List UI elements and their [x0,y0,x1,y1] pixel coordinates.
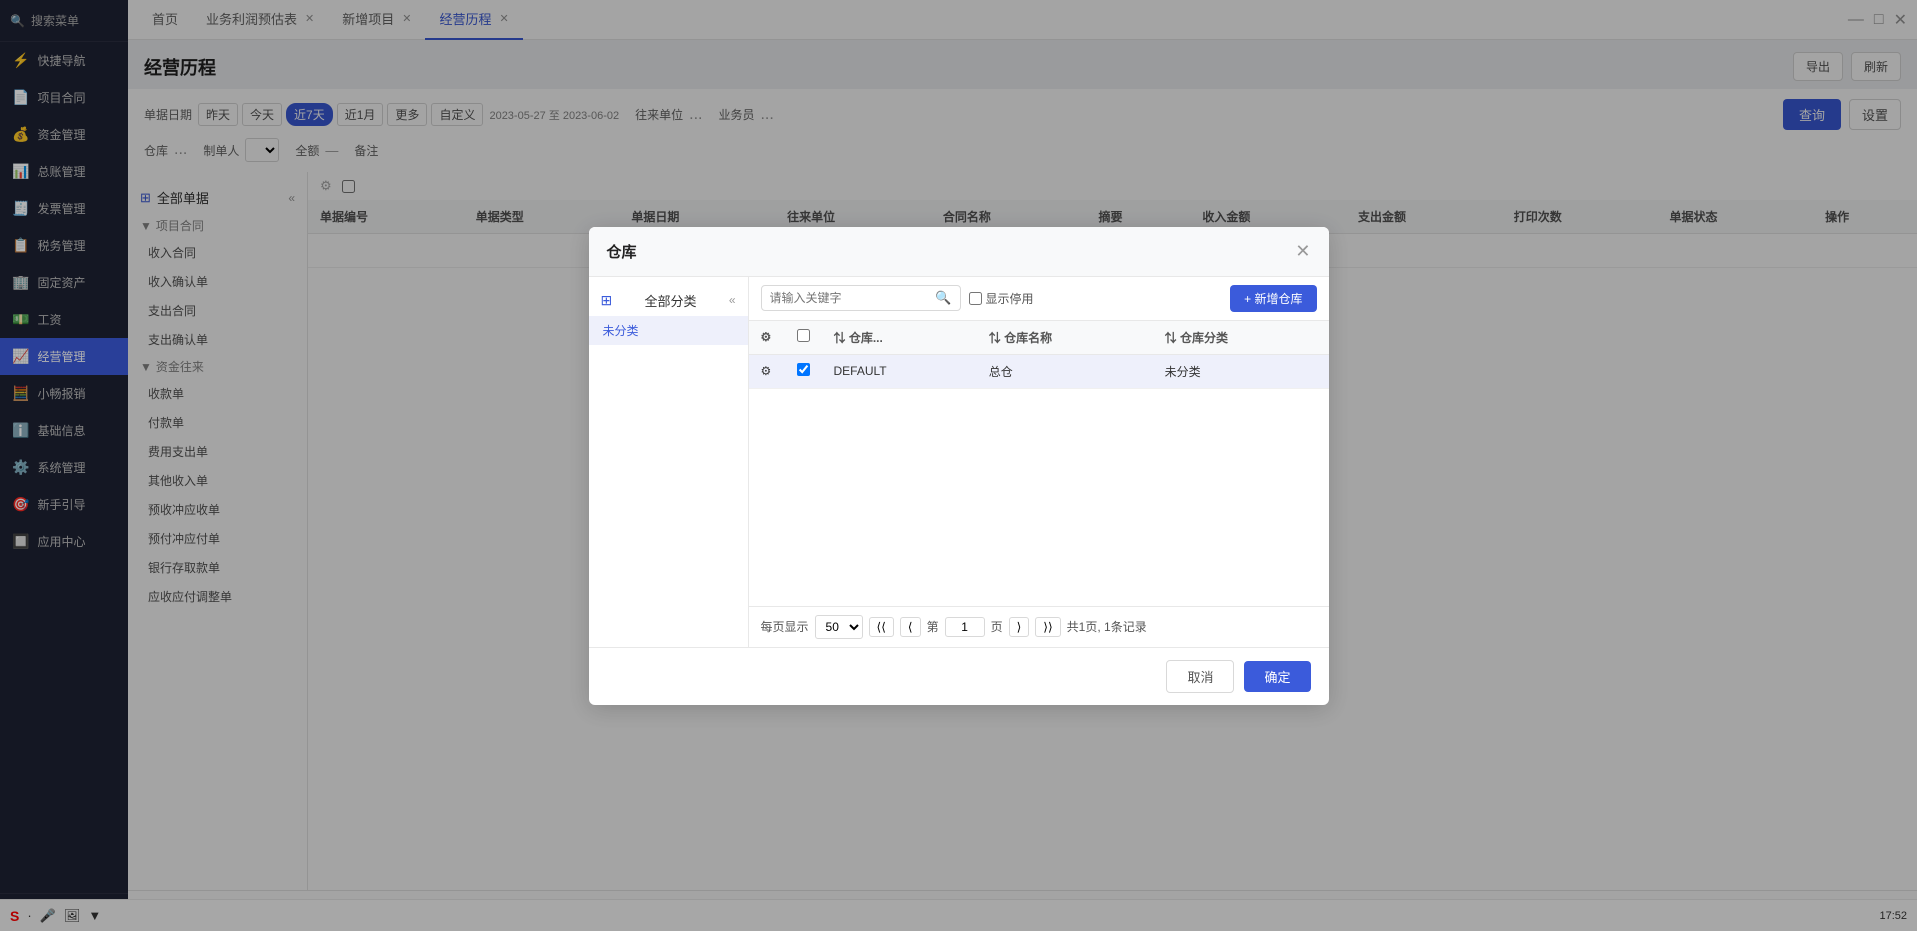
modal-col-settings: ⚙ [749,321,785,355]
show-disabled-text: 显示停用 [986,290,1034,307]
modal-col-name: ⇅ 仓库名称 [977,321,1153,355]
show-disabled-checkbox[interactable] [969,292,982,305]
modal-left-collapse[interactable]: « [729,293,736,307]
modal-total-records: 共1页, 1条记录 [1067,618,1147,635]
modal-page-suffix: 页 [991,618,1003,635]
modal-pagination: 每页显示 50 ⟨⟨ ⟨ 第 页 ⟩ ⟩⟩ 共1页, 1条记录 [749,606,1329,647]
row-name: 总仓 [977,354,1153,388]
modal-per-page-label: 每页显示 [761,618,809,635]
modal-page-label: 第 [927,618,939,635]
row-checkbox-cell [785,354,822,388]
confirm-button[interactable]: 确定 [1244,661,1310,692]
search-box: 🔍 [761,285,961,311]
row-checkbox[interactable] [797,363,810,376]
modal-title: 仓库 [607,241,637,262]
modal-toolbar: 🔍 显示停用 + 新增仓库 [749,277,1329,321]
modal-per-page-select[interactable]: 50 [815,615,863,639]
cancel-button[interactable]: 取消 [1166,660,1234,693]
modal-select-all[interactable] [797,329,810,342]
row-settings-icon: ⚙ [761,364,772,378]
modal-left-item-unclassified[interactable]: 未分类 [589,316,748,345]
modal-last-page[interactable]: ⟩⟩ [1035,617,1060,637]
row-code: DEFAULT [822,354,977,388]
modal-table-header: ⚙ ⇅ 仓库... ⇅ 仓库名称 ⇅ 仓库分类 [749,321,1329,355]
modal-col-category: ⇅ 仓库分类 [1153,321,1329,355]
modal-prev-page[interactable]: ⟨ [900,617,921,637]
modal-overlay: 仓库 ✕ ⊞ 全部分类 « 未分类 🔍 [0,0,1917,931]
warehouse-modal: 仓库 ✕ ⊞ 全部分类 « 未分类 🔍 [589,227,1329,705]
modal-left-header: ⊞ 全部分类 « [589,285,748,316]
modal-page-input[interactable] [945,617,985,637]
modal-col-code: ⇅ 仓库... [822,321,977,355]
modal-footer-buttons: 取消 确定 [589,647,1329,705]
add-warehouse-button[interactable]: + 新增仓库 [1230,285,1316,312]
show-disabled-label: 显示停用 [969,290,1034,307]
search-input[interactable] [770,291,930,305]
table-row[interactable]: ⚙ DEFAULT 总仓 未分类 [749,354,1329,388]
warehouse-table: ⚙ ⇅ 仓库... ⇅ 仓库名称 ⇅ 仓库分类 [749,321,1329,389]
modal-next-page[interactable]: ⟩ [1009,617,1030,637]
modal-header: 仓库 ✕ [589,227,1329,277]
row-category: 未分类 [1153,354,1329,388]
search-icon-modal: 🔍 [935,290,951,306]
modal-table: ⚙ ⇅ 仓库... ⇅ 仓库名称 ⇅ 仓库分类 [749,321,1329,606]
modal-left-title: 全部分类 [645,291,697,310]
modal-left-nav: ⊞ 全部分类 « 未分类 [589,277,749,647]
category-icon: ⊞ [601,292,613,309]
modal-right: 🔍 显示停用 + 新增仓库 ⚙ [749,277,1329,647]
row-settings[interactable]: ⚙ [749,354,785,388]
modal-body: ⊞ 全部分类 « 未分类 🔍 显示停用 [589,277,1329,647]
modal-col-checkbox [785,321,822,355]
modal-first-page[interactable]: ⟨⟨ [869,617,894,637]
modal-close-button[interactable]: ✕ [1295,241,1310,262]
